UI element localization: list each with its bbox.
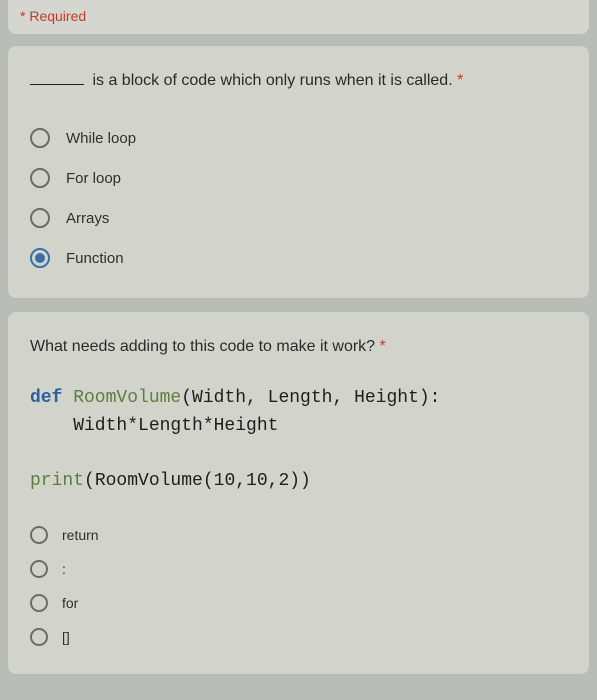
required-asterisk: * xyxy=(380,338,386,355)
question-2-text: What needs adding to this code to make i… xyxy=(30,338,375,355)
q2-option-label: [] xyxy=(62,629,70,645)
q1-option-label: Arrays xyxy=(66,210,109,227)
q2-option-row[interactable]: [] xyxy=(30,620,567,654)
radio-icon xyxy=(30,526,48,544)
radio-icon xyxy=(30,128,50,148)
required-text: * Required xyxy=(20,8,86,24)
question-card-2: What needs adding to this code to make i… xyxy=(8,312,589,674)
q1-option-label: For loop xyxy=(66,170,121,187)
radio-icon xyxy=(30,168,50,188)
signature: (Width, Length, Height): xyxy=(181,388,440,408)
call-expr: (RoomVolume(10,10,2)) xyxy=(84,471,311,491)
q2-option-label: return xyxy=(62,527,99,543)
q1-option-row[interactable]: While loop xyxy=(30,118,567,158)
required-indicator: * Required xyxy=(8,0,589,34)
question-1-title: is a block of code which only runs when … xyxy=(30,70,567,92)
question-card-1: is a block of code which only runs when … xyxy=(8,46,589,298)
radio-icon-selected xyxy=(30,248,50,268)
fill-blank xyxy=(30,71,84,85)
q2-option-row[interactable]: return xyxy=(30,518,567,552)
q2-option-label: for xyxy=(62,595,78,611)
required-asterisk: * xyxy=(457,72,463,89)
code-body: Width*Length*Height xyxy=(30,416,278,436)
radio-icon xyxy=(30,594,48,612)
question-1-text: is a block of code which only runs when … xyxy=(92,72,452,89)
q1-option-label: Function xyxy=(66,250,124,267)
radio-icon xyxy=(30,628,48,646)
keyword-def: def xyxy=(30,388,62,408)
function-name: RoomVolume xyxy=(62,388,181,408)
q2-option-row[interactable]: : xyxy=(30,552,567,586)
code-snippet: def RoomVolume(Width, Length, Height): W… xyxy=(30,385,567,497)
q1-option-row[interactable]: Arrays xyxy=(30,198,567,238)
q2-option-row[interactable]: for xyxy=(30,586,567,620)
radio-icon xyxy=(30,208,50,228)
q1-option-label: While loop xyxy=(66,130,136,147)
radio-icon xyxy=(30,560,48,578)
keyword-print: print xyxy=(30,471,84,491)
q1-option-row[interactable]: For loop xyxy=(30,158,567,198)
q1-option-row[interactable]: Function xyxy=(30,238,567,278)
question-2-title: What needs adding to this code to make i… xyxy=(30,336,567,358)
q2-option-label: : xyxy=(62,561,66,577)
